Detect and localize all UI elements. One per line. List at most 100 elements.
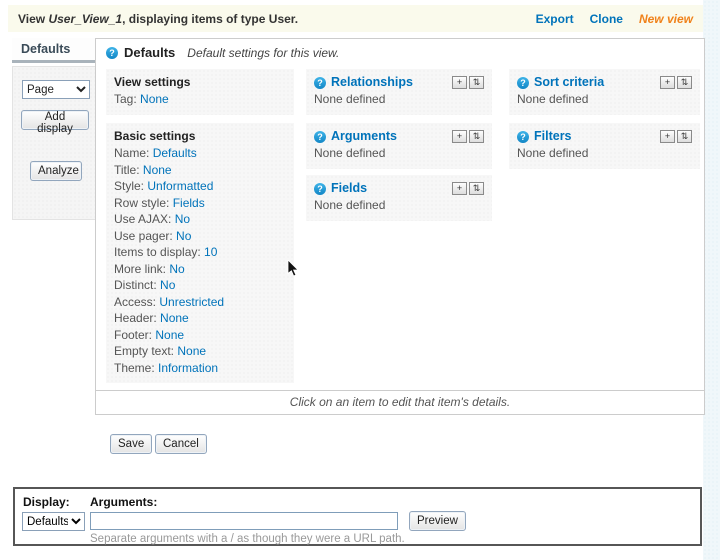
setting-value-link[interactable]: No: [176, 229, 191, 243]
display-heading: ? Defaults Default settings for this vie…: [106, 45, 339, 60]
add-icon[interactable]: +: [660, 76, 675, 89]
add-display-button[interactable]: Add display: [21, 110, 89, 135]
add-icon[interactable]: +: [452, 76, 467, 89]
setting-row-use-pager[interactable]: Use pager: No: [114, 228, 286, 245]
help-icon[interactable]: ?: [517, 76, 529, 89]
view-settings-header: View settings: [114, 74, 286, 91]
display-label: Display:: [23, 495, 70, 509]
setting-label: Empty text:: [114, 344, 175, 358]
basic-settings-header: Basic settings: [114, 128, 286, 145]
setting-label: Distinct:: [114, 278, 157, 292]
view-actions: Export Clone New view: [536, 12, 693, 26]
arguments-label: Arguments:: [90, 495, 158, 509]
rearrange-icon[interactable]: ⇅: [469, 76, 484, 89]
setting-value-link[interactable]: No: [169, 262, 184, 276]
setting-row-row-style[interactable]: Row style: Fields: [114, 195, 286, 212]
setting-label: Row style:: [114, 195, 170, 210]
setting-value-link[interactable]: None: [155, 328, 184, 342]
setting-row-empty-text[interactable]: Empty text: None: [114, 343, 286, 360]
setting-row-more-link[interactable]: More link: No: [114, 261, 286, 278]
sort-criteria-title-link[interactable]: Sort criteria: [534, 74, 604, 91]
filters-box: ? Filters + ⇅ None defined: [509, 123, 700, 169]
relationships-title-link[interactable]: Relationships: [331, 74, 413, 91]
setting-label: Use AJAX:: [114, 212, 172, 226]
add-icon[interactable]: +: [660, 130, 675, 143]
add-icon[interactable]: +: [452, 182, 467, 195]
clone-link[interactable]: Clone: [590, 12, 623, 26]
display-type-select[interactable]: Page: [22, 80, 90, 99]
setting-value-link[interactable]: Information: [158, 361, 218, 375]
arguments-title-link[interactable]: Arguments: [331, 128, 397, 145]
display-sidebar: Page Add display Analyze: [12, 66, 96, 220]
setting-label: More link:: [114, 261, 167, 276]
fields-buttons: + ⇅: [452, 182, 484, 195]
setting-row-header[interactable]: Header: None: [114, 310, 286, 327]
setting-row-style[interactable]: Style: Unformatted: [114, 178, 286, 195]
setting-value-link[interactable]: 10: [204, 245, 217, 259]
rearrange-icon[interactable]: ⇅: [469, 130, 484, 143]
setting-value-link[interactable]: Unformatted: [147, 179, 213, 193]
setting-row-footer[interactable]: Footer: None: [114, 327, 286, 344]
setting-value-link[interactable]: None: [177, 344, 206, 358]
help-icon[interactable]: ?: [314, 130, 326, 143]
setting-value-link[interactable]: None: [160, 311, 189, 325]
new-view-link[interactable]: New view: [639, 12, 693, 26]
relationships-box: ? Relationships + ⇅ None defined: [306, 69, 492, 115]
setting-value-link[interactable]: Fields: [173, 196, 205, 210]
display-edit-area: ? Defaults Default settings for this vie…: [95, 38, 705, 415]
cancel-button[interactable]: Cancel: [155, 434, 207, 454]
relationships-empty-text: None defined: [314, 92, 386, 106]
add-icon[interactable]: +: [452, 130, 467, 143]
fields-empty-text: None defined: [314, 198, 386, 212]
preview-display-select[interactable]: Defaults: [22, 512, 85, 531]
setting-row-tag[interactable]: Tag: None: [114, 91, 286, 108]
view-title-bar: View User_View_1, displaying items of ty…: [8, 5, 703, 32]
setting-row-access[interactable]: Access: Unrestricted: [114, 294, 286, 311]
setting-row-use-ajax[interactable]: Use AJAX: No: [114, 211, 286, 228]
setting-row-title[interactable]: Title: None: [114, 162, 286, 179]
fields-title-link[interactable]: Fields: [331, 180, 367, 197]
sort-criteria-empty-text: None defined: [517, 92, 589, 106]
fields-header: ? Fields + ⇅: [314, 180, 484, 197]
help-icon[interactable]: ?: [517, 130, 529, 143]
view-title-suffix: , displaying items of type User.: [122, 11, 299, 26]
rearrange-icon[interactable]: ⇅: [469, 182, 484, 195]
help-icon[interactable]: ?: [314, 76, 326, 89]
page-background-edge: [703, 0, 720, 560]
display-heading-title: Defaults: [124, 45, 176, 60]
help-icon[interactable]: ?: [106, 46, 118, 59]
rearrange-icon[interactable]: ⇅: [677, 76, 692, 89]
help-icon[interactable]: ?: [314, 182, 326, 195]
basic-settings-title: Basic settings: [114, 129, 196, 143]
setting-value-link[interactable]: No: [160, 278, 175, 292]
setting-label: Header:: [114, 311, 157, 325]
setting-row-theme[interactable]: Theme: Information: [114, 360, 286, 377]
setting-label: Access:: [114, 294, 157, 309]
view-settings-box[interactable]: View settings Tag: None: [106, 69, 294, 115]
setting-row-distinct[interactable]: Distinct: No: [114, 277, 286, 294]
setting-label: Theme:: [114, 360, 155, 375]
view-settings-title: View settings: [114, 75, 191, 89]
sort-criteria-box: ? Sort criteria + ⇅ None defined: [509, 69, 700, 115]
arguments-empty-text: None defined: [314, 146, 386, 160]
rearrange-icon[interactable]: ⇅: [677, 130, 692, 143]
export-link[interactable]: Export: [536, 12, 574, 26]
setting-row-items-to-display[interactable]: Items to display: 10: [114, 244, 286, 261]
setting-value-link[interactable]: Unrestricted: [159, 295, 224, 309]
arguments-help-text: Separate arguments with a / as though th…: [90, 533, 405, 545]
setting-row-name[interactable]: Name: Defaults: [114, 145, 286, 162]
setting-value-link[interactable]: None: [140, 92, 169, 106]
setting-value-link[interactable]: None: [143, 163, 172, 177]
relationships-buttons: + ⇅: [452, 76, 484, 89]
setting-value-link[interactable]: Defaults: [153, 146, 197, 160]
preview-button[interactable]: Preview: [409, 511, 466, 531]
filters-title-link[interactable]: Filters: [534, 128, 572, 145]
setting-value-link[interactable]: No: [175, 212, 190, 226]
view-title-prefix: View: [18, 11, 49, 26]
analyze-button[interactable]: Analyze: [30, 161, 82, 181]
arguments-input[interactable]: [90, 512, 398, 530]
tab-defaults[interactable]: Defaults: [12, 38, 96, 63]
sort-criteria-header: ? Sort criteria + ⇅: [517, 74, 692, 91]
arguments-header: ? Arguments + ⇅: [314, 128, 484, 145]
save-button[interactable]: Save: [110, 434, 153, 454]
